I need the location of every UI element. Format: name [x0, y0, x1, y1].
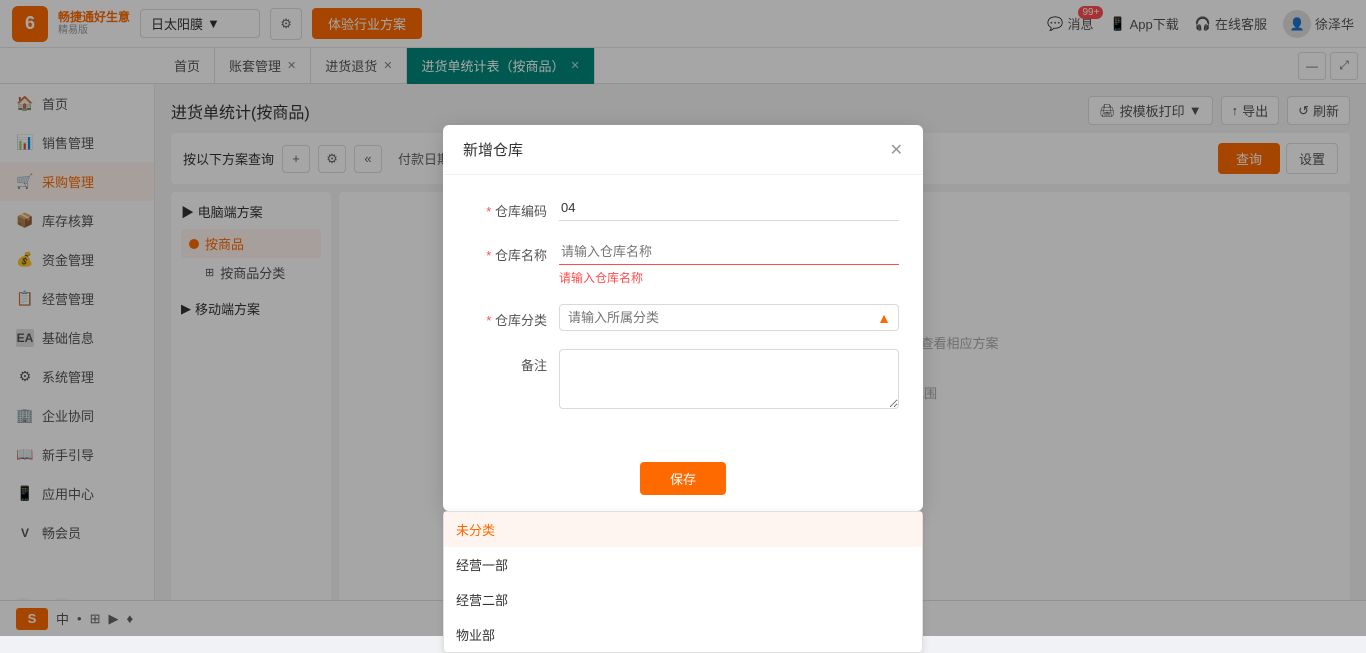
warehouse-name-row: * 仓库名称 请输入仓库名称 [467, 239, 899, 286]
code-label: * 仓库编码 [467, 195, 547, 220]
name-label: * 仓库名称 [467, 239, 547, 264]
dialog-header: 新增仓库 ✕ [443, 125, 923, 175]
dialog-body: * 仓库编码 * 仓库名称 请输入仓库名称 [443, 175, 923, 450]
category-dropdown: ▲ [559, 304, 899, 331]
dropdown-item-dept1[interactable]: 经营一部 [444, 547, 922, 582]
warehouse-code-input[interactable] [559, 195, 899, 221]
name-control: 请输入仓库名称 [559, 239, 899, 286]
dialog-footer: 保存 [443, 450, 923, 511]
dropdown-item-unclassified[interactable]: 未分类 [444, 512, 922, 547]
warehouse-code-row: * 仓库编码 [467, 195, 899, 221]
modal-overlay: 新增仓库 ✕ * 仓库编码 * 仓库名称 [0, 0, 1366, 636]
dropdown-toggle-btn[interactable]: ▲ [877, 310, 891, 326]
category-label: * 仓库分类 [467, 304, 547, 329]
category-input[interactable] [559, 304, 899, 331]
dropdown-item-dept2[interactable]: 经营二部 [444, 582, 922, 617]
warehouse-category-row: * 仓库分类 ▲ 未分类 经营一部 经营二部 物业部 [467, 304, 899, 331]
remark-input[interactable] [559, 349, 899, 409]
dialog-title: 新增仓库 [463, 139, 523, 160]
category-control: ▲ 未分类 经营一部 经营二部 物业部 [559, 304, 899, 331]
remark-control [559, 349, 899, 412]
remark-label: 备注 [467, 349, 547, 374]
add-warehouse-dialog: 新增仓库 ✕ * 仓库编码 * 仓库名称 [443, 125, 923, 511]
dialog-close-btn[interactable]: ✕ [890, 140, 903, 160]
warehouse-name-error: 请输入仓库名称 [559, 269, 899, 286]
code-control [559, 195, 899, 221]
dropdown-item-dept3[interactable]: 物业部 [444, 617, 922, 652]
category-dropdown-list: 未分类 经营一部 经营二部 物业部 [443, 511, 923, 653]
save-button[interactable]: 保存 [640, 462, 726, 495]
warehouse-name-input[interactable] [559, 239, 899, 265]
remark-row: 备注 [467, 349, 899, 412]
